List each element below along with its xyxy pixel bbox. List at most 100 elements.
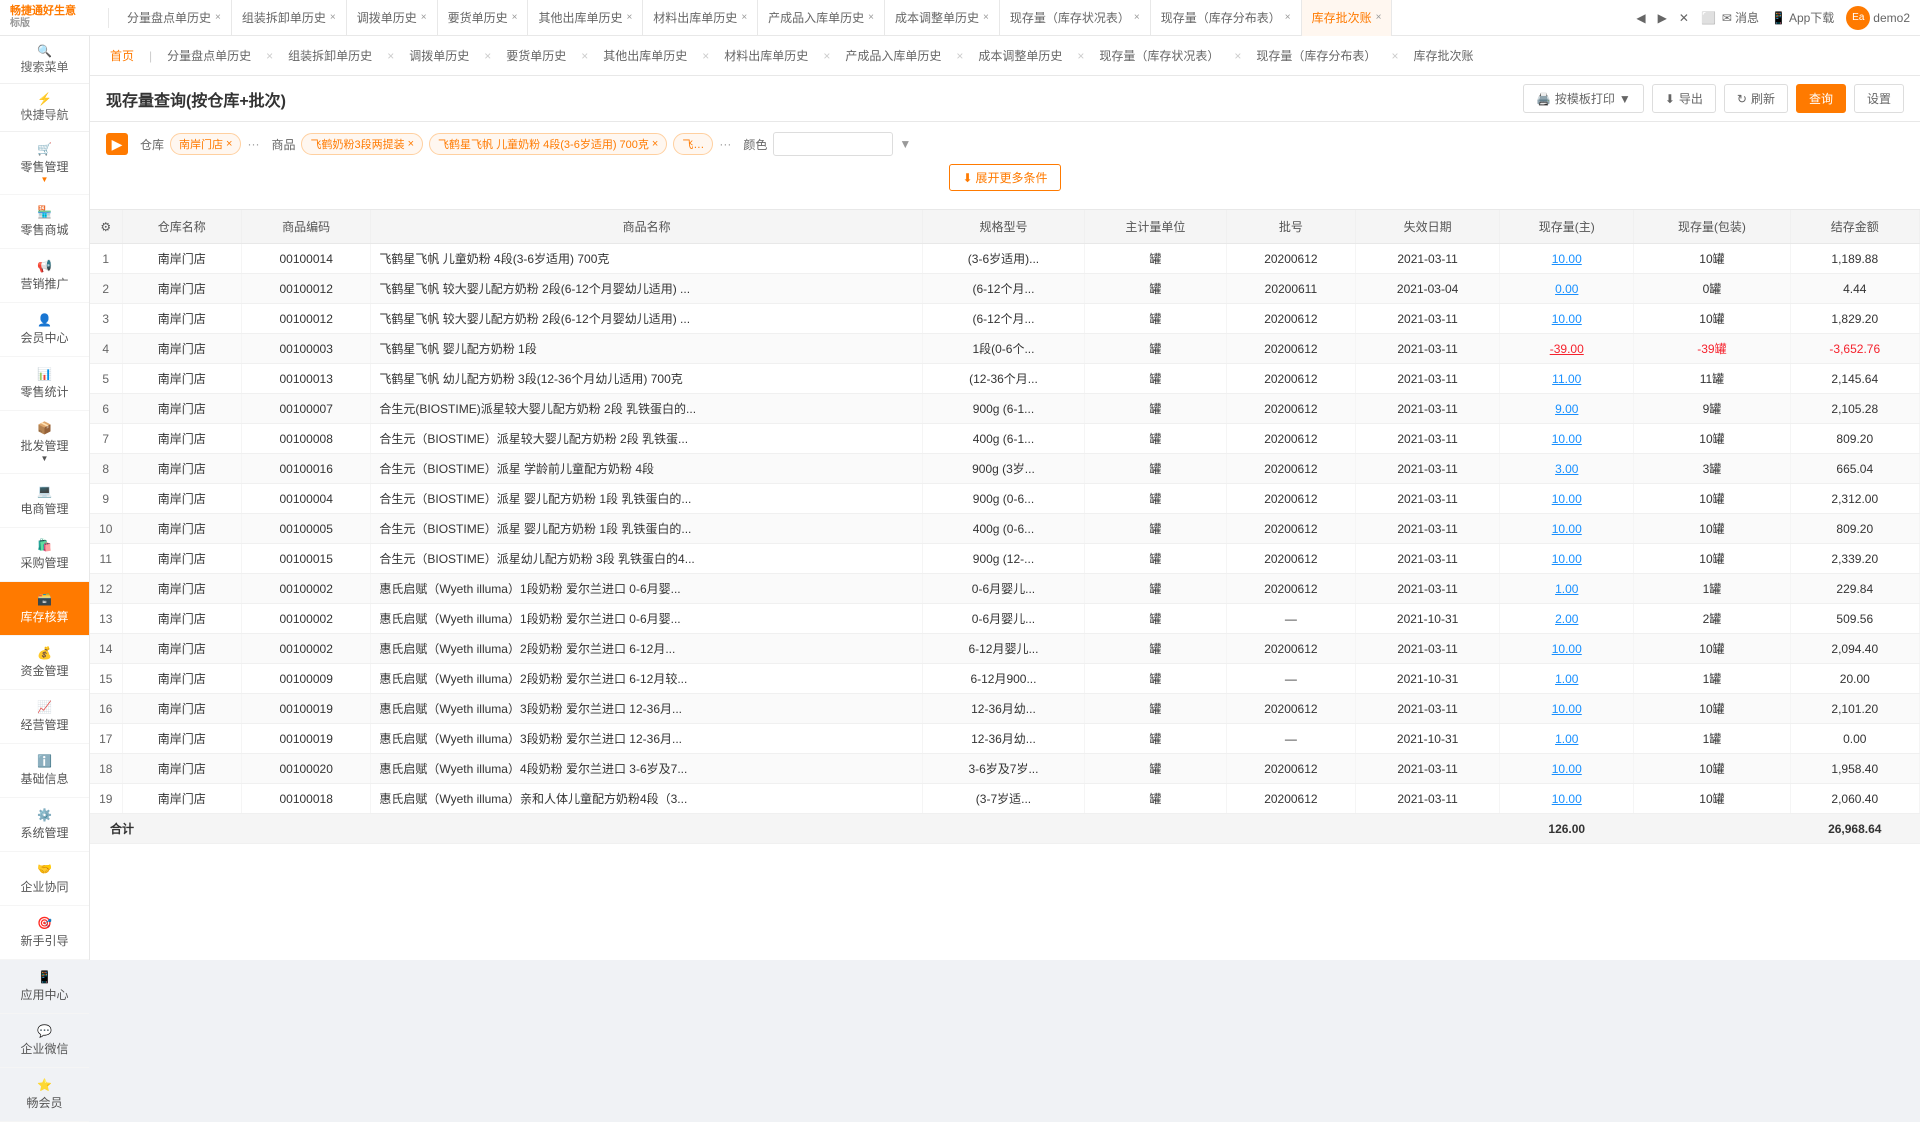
product-tag-0-close[interactable]: × [408, 138, 414, 150]
table-container[interactable]: ⚙ 仓库名称 商品编码 商品名称 规格型号 主计量单位 批号 失效日期 现存量(… [90, 210, 1920, 960]
cell-qty-main[interactable]: 10.00 [1500, 634, 1634, 664]
app-download-btn[interactable]: 📱 App下载 [1771, 9, 1834, 26]
sidebar-item-stats[interactable]: 📊 零售统计 [0, 357, 89, 411]
tab-close-qita[interactable]: × [626, 12, 632, 23]
tab-yaohuo[interactable]: 要货单历史× [438, 0, 529, 36]
tab-close-fenpan[interactable]: × [215, 12, 221, 23]
sub-nav-xianzun2[interactable]: 现存量（库存分布表） [1246, 42, 1386, 69]
tab-close-chengben[interactable]: × [983, 12, 989, 23]
tab-close-chanpin[interactable]: × [868, 12, 874, 23]
col-setting[interactable]: ⚙ [90, 210, 122, 244]
tab-zuhe[interactable]: 组装拆卸单历史× [232, 0, 347, 36]
color-input[interactable] [773, 132, 893, 156]
cell-qty-main[interactable]: 3.00 [1500, 454, 1634, 484]
sidebar-item-inventory[interactable]: 🗃️ 库存核算 [0, 582, 89, 636]
sidebar-item-newguide[interactable]: 🎯 新手引导 [0, 906, 89, 960]
sidebar-item-quick[interactable]: ⚡ 快捷导航 [0, 84, 89, 132]
sub-nav-qita[interactable]: 其他出库单历史 [593, 42, 697, 69]
sidebar-item-appcenter[interactable]: 📱 应用中心 [0, 960, 89, 1014]
refresh-btn[interactable]: ↻ 刷新 [1724, 84, 1788, 113]
sidebar-item-corpwx[interactable]: 💬 企业微信 [0, 1014, 89, 1068]
tab-close-tiaopo[interactable]: × [421, 12, 427, 23]
cell-qty-main[interactable]: 10.00 [1500, 784, 1634, 814]
sidebar-item-member2[interactable]: ⭐ 畅会员 [0, 1068, 89, 1122]
sub-nav-cailiao[interactable]: 材料出库单历史 [714, 42, 818, 69]
sidebar-item-mall[interactable]: 🏪 零售商城 [0, 195, 89, 249]
sidebar-item-ecom[interactable]: 💻 电商管理 [0, 474, 89, 528]
cell-qty-main[interactable]: 10.00 [1500, 544, 1634, 574]
tab-close-pizhici[interactable]: × [1376, 12, 1382, 23]
warehouse-tag[interactable]: 南岸门店 × [170, 133, 241, 155]
product-tag-0[interactable]: 飞鹤奶粉3段两提装 × [301, 133, 423, 155]
sidebar-item-search[interactable]: 🔍 搜索菜单 [0, 36, 89, 84]
message-btn[interactable]: ✉ 消息 [1722, 9, 1759, 26]
sub-nav-chanpin[interactable]: 产成品入库单历史 [835, 42, 951, 69]
query-btn[interactable]: 查询 [1796, 84, 1846, 113]
cell-qty-main[interactable]: 1.00 [1500, 574, 1634, 604]
product-tag-more[interactable]: 飞… [673, 133, 713, 155]
sidebar-item-retail[interactable]: 🛒 零售管理 ▼ [0, 132, 89, 195]
warehouse-ellipsis[interactable]: ··· [247, 137, 259, 151]
tab-cailiao[interactable]: 材料出库单历史× [643, 0, 758, 36]
product-tag-1[interactable]: 飞鹤星飞帆 儿童奶粉 4段(3-6岁适用) 700克 × [429, 133, 667, 155]
sidebar-item-purchase[interactable]: 🛍️ 采购管理 [0, 528, 89, 582]
cell-qty-main[interactable]: 0.00 [1500, 274, 1634, 304]
sidebar-item-market[interactable]: 📢 营销推广 [0, 249, 89, 303]
sub-nav-zuhe[interactable]: 组装拆卸单历史 [278, 42, 382, 69]
tab-chengben[interactable]: 成本调整单历史× [885, 0, 1000, 36]
product-ellipsis[interactable]: ··· [719, 137, 731, 151]
tab-fenpan[interactable]: 分量盘点单历史× [117, 0, 232, 36]
user-avatar[interactable]: Ea demo2 [1846, 6, 1910, 30]
cell-qty-main[interactable]: 1.00 [1500, 724, 1634, 754]
sidebar-item-basic[interactable]: ℹ️ 基础信息 [0, 744, 89, 798]
sidebar-item-operation[interactable]: 📈 经营管理 [0, 690, 89, 744]
tab-close-xianzun1[interactable]: × [1134, 12, 1140, 23]
color-dropdown-icon[interactable]: ▼ [899, 137, 911, 151]
sub-nav-yaohuo[interactable]: 要货单历史 [496, 42, 576, 69]
cell-qty-main[interactable]: 11.00 [1500, 364, 1634, 394]
tab-close-cailiao[interactable]: × [741, 12, 747, 23]
expand-conditions-btn[interactable]: ⬇ 展开更多条件 [949, 164, 1060, 191]
warehouse-tag-close[interactable]: × [226, 138, 232, 150]
tab-xianzun1[interactable]: 现存量（库存状况表）× [1000, 0, 1151, 36]
sub-nav-home[interactable]: 首页 [100, 42, 144, 69]
search-expand-btn[interactable]: ▶ [106, 133, 128, 155]
cell-qty-main[interactable]: 10.00 [1500, 484, 1634, 514]
tab-pizhici[interactable]: 库存批次账× [1302, 0, 1393, 36]
tab-close-all[interactable]: ✕ [1673, 0, 1695, 36]
tab-xianzun2[interactable]: 现存量（库存分布表）× [1151, 0, 1302, 36]
tab-close-xianzun2[interactable]: × [1285, 12, 1291, 23]
tab-close-zuhe[interactable]: × [330, 12, 336, 23]
cell-qty-main[interactable]: 10.00 [1500, 514, 1634, 544]
tab-qita[interactable]: 其他出库单历史× [528, 0, 643, 36]
cell-qty-main[interactable]: 10.00 [1500, 754, 1634, 784]
tab-nav-next[interactable]: ▶ [1652, 0, 1673, 36]
sub-nav-tiaopo[interactable]: 调拨单历史 [399, 42, 479, 69]
tab-tiaopo[interactable]: 调拨单历史× [347, 0, 438, 36]
tab-nav-prev[interactable]: ◀ [1630, 0, 1651, 36]
tab-close-yaohuo[interactable]: × [512, 12, 518, 23]
cell-qty-main[interactable]: 10.00 [1500, 424, 1634, 454]
sub-nav-fenpan[interactable]: 分量盘点单历史 [157, 42, 261, 69]
sidebar-item-batch[interactable]: 📦 批发管理 ▼ [0, 411, 89, 474]
sidebar-item-corp[interactable]: 🤝 企业协同 [0, 852, 89, 906]
cell-qty-main[interactable]: 10.00 [1500, 694, 1634, 724]
sub-nav-xianzun1[interactable]: 现存量（库存状况表） [1089, 42, 1229, 69]
sidebar-item-member[interactable]: 👤 会员中心 [0, 303, 89, 357]
cell-qty-main[interactable]: 10.00 [1500, 304, 1634, 334]
tab-maximize[interactable]: ⬜ [1695, 0, 1722, 36]
cell-qty-main[interactable]: -39.00 [1500, 334, 1634, 364]
cell-qty-main[interactable]: 2.00 [1500, 604, 1634, 634]
cell-qty-main[interactable]: 1.00 [1500, 664, 1634, 694]
product-tag-1-close[interactable]: × [652, 138, 658, 150]
template-print-btn[interactable]: 🖨️ 按模板打印 ▼ [1523, 84, 1644, 113]
settings-btn[interactable]: 设置 [1854, 84, 1904, 113]
cell-qty-main[interactable]: 10.00 [1500, 244, 1634, 274]
sub-nav-pizhici[interactable]: 库存批次账 [1403, 42, 1483, 69]
sidebar-item-system[interactable]: ⚙️ 系统管理 [0, 798, 89, 852]
sidebar-item-finance[interactable]: 💰 资金管理 [0, 636, 89, 690]
export-btn[interactable]: ⬇ 导出 [1652, 84, 1716, 113]
sub-nav-chengben[interactable]: 成本调整单历史 [968, 42, 1072, 69]
cell-qty-main[interactable]: 9.00 [1500, 394, 1634, 424]
tab-chanpin[interactable]: 产成品入库单历史× [758, 0, 885, 36]
